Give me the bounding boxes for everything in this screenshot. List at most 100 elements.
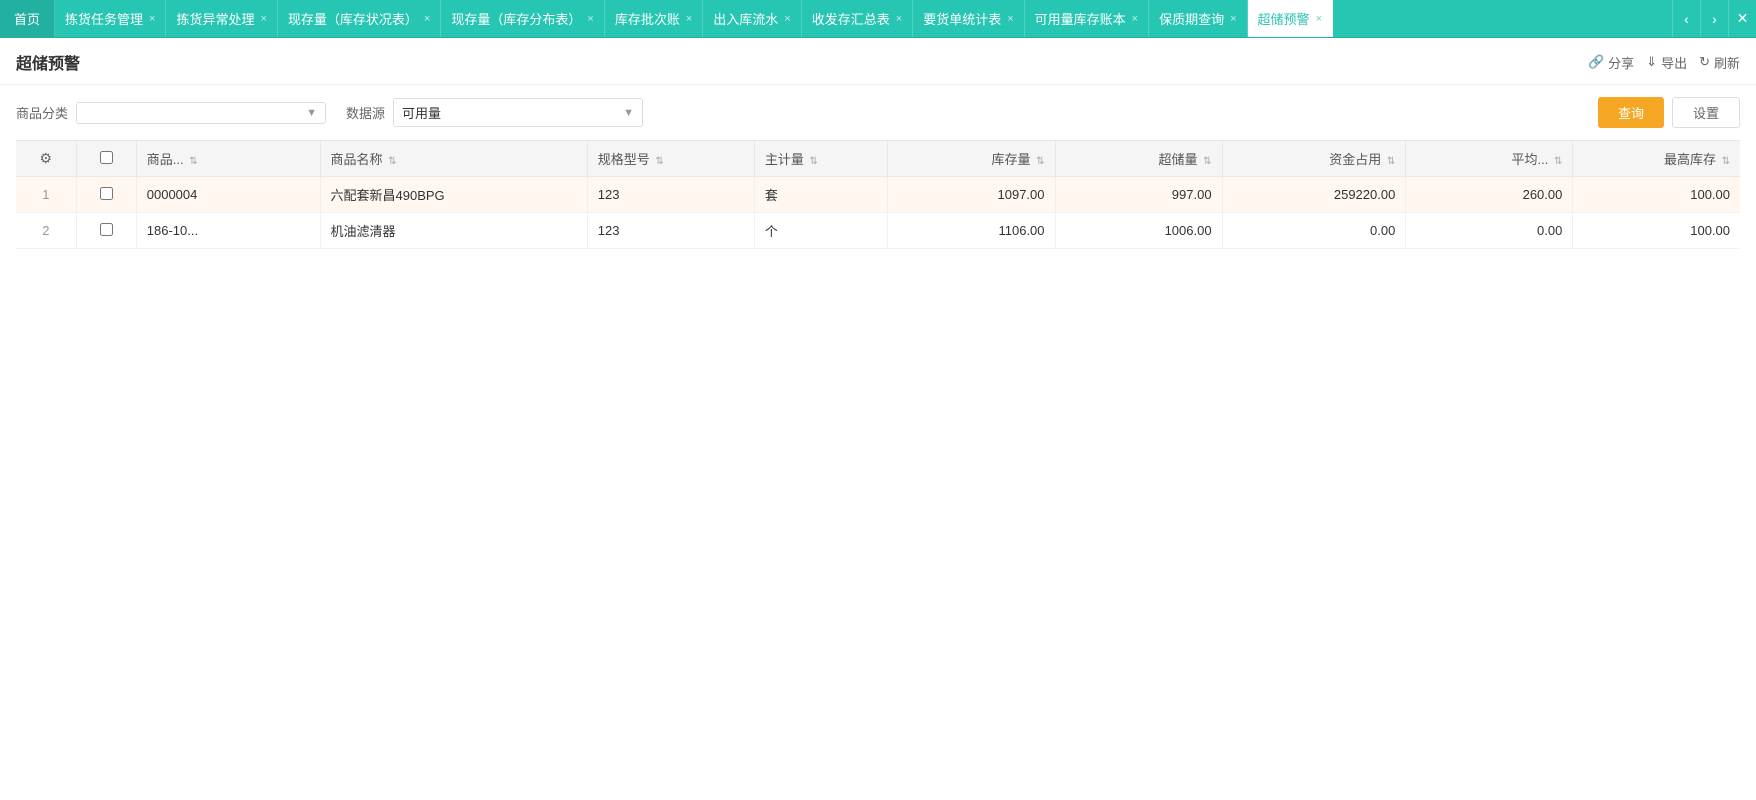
row-checkbox[interactable]: [100, 223, 113, 236]
row-spec: 123: [587, 177, 754, 213]
row-checkbox-cell[interactable]: [76, 177, 136, 213]
col-header-max[interactable]: 最高库存 ⇅: [1573, 141, 1740, 177]
col-header-spec[interactable]: 规格型号 ⇅: [587, 141, 754, 177]
filter-row: 商品分类 ▼ 数据源 可用量 ▼ 查询 设置: [0, 85, 1756, 140]
nav-arrow-close[interactable]: ✕: [1728, 0, 1756, 37]
tab-close-icon[interactable]: ×: [587, 13, 593, 25]
col-header-capital[interactable]: 资金占用 ⇅: [1222, 141, 1406, 177]
sort-icon-capital: ⇅: [1387, 156, 1395, 167]
row-name: 六配套新昌490BPG: [320, 177, 587, 213]
nav-arrow-left[interactable]: ‹: [1672, 0, 1700, 37]
row-avg: 260.00: [1406, 177, 1573, 213]
row-over: 1006.00: [1055, 213, 1222, 249]
nav-tab[interactable]: 收发存汇总表×: [802, 0, 913, 37]
datasource-select[interactable]: 可用量 ▼: [393, 98, 643, 127]
filter-buttons: 查询 设置: [1598, 97, 1740, 128]
nav-tab[interactable]: 拣货任务管理×: [55, 0, 166, 37]
page-title: 超储预警: [16, 50, 80, 74]
tab-close-icon[interactable]: ×: [149, 13, 155, 25]
tab-close-icon[interactable]: ×: [896, 13, 902, 25]
category-select[interactable]: ▼: [76, 102, 326, 124]
select-all-checkbox[interactable]: [100, 151, 113, 164]
nav-home[interactable]: 首页: [0, 0, 55, 37]
filter-datasource-label: 数据源: [346, 103, 385, 122]
col-header-code[interactable]: 商品... ⇅: [136, 141, 320, 177]
nav-tab[interactable]: 保质期查询×: [1149, 0, 1247, 37]
tab-close-icon[interactable]: ×: [784, 13, 790, 25]
tab-close-icon[interactable]: ×: [424, 13, 430, 25]
nav-tab[interactable]: 库存批次账×: [605, 0, 703, 37]
nav-tab[interactable]: 现存量（库存分布表）×: [441, 0, 604, 37]
row-stock: 1097.00: [888, 177, 1055, 213]
col-header-over[interactable]: 超储量 ⇅: [1055, 141, 1222, 177]
tab-close-icon[interactable]: ×: [260, 13, 266, 25]
sort-icon-unit: ⇅: [809, 156, 817, 167]
tab-close-icon[interactable]: ×: [1132, 13, 1138, 25]
nav-arrow-right[interactable]: ›: [1700, 0, 1728, 37]
table-row: 2 186-10... 机油滤清器 123 个 1106.00 1006.00 …: [16, 213, 1740, 249]
row-max: 100.00: [1573, 213, 1740, 249]
page-header: 超储预警 🔗 分享 ⇓ 导出 ↻ 刷新: [0, 38, 1756, 85]
gear-icon[interactable]: ⚙: [40, 150, 53, 166]
nav-tab[interactable]: 出入库流水×: [703, 0, 801, 37]
row-capital: 259220.00: [1222, 177, 1406, 213]
col-header-stock[interactable]: 库存量 ⇅: [888, 141, 1055, 177]
refresh-button[interactable]: ↻ 刷新: [1699, 53, 1740, 72]
row-avg: 0.00: [1406, 213, 1573, 249]
col-header-avg[interactable]: 平均... ⇅: [1406, 141, 1573, 177]
chevron-down-icon: ▼: [306, 107, 317, 119]
sort-icon-max: ⇅: [1722, 156, 1730, 167]
table-header-row: ⚙ 商品... ⇅ 商品名称 ⇅ 规格型号 ⇅: [16, 141, 1740, 177]
row-over: 997.00: [1055, 177, 1222, 213]
row-stock: 1106.00: [888, 213, 1055, 249]
nav-tab[interactable]: 可用量库存账本×: [1025, 0, 1149, 37]
nav-tab[interactable]: 要货单统计表×: [913, 0, 1024, 37]
table-body: 1 0000004 六配套新昌490BPG 123 套 1097.00 997.…: [16, 177, 1740, 249]
tab-close-icon[interactable]: ×: [686, 13, 692, 25]
tab-close-icon[interactable]: ×: [1230, 13, 1236, 25]
share-icon: 🔗: [1588, 54, 1604, 70]
chevron-down-icon2: ▼: [623, 107, 634, 119]
nav-arrows: ‹ › ✕: [1672, 0, 1756, 37]
nav-tab[interactable]: 现存量（库存状况表）×: [278, 0, 441, 37]
sort-icon-name: ⇅: [388, 156, 396, 167]
row-checkbox-cell[interactable]: [76, 213, 136, 249]
export-button[interactable]: ⇓ 导出: [1646, 53, 1687, 72]
nav-tab[interactable]: 超储预警×: [1248, 0, 1333, 37]
query-button[interactable]: 查询: [1598, 97, 1664, 128]
tab-close-icon[interactable]: ×: [1007, 13, 1013, 25]
sort-icon-spec: ⇅: [655, 156, 663, 167]
table-row: 1 0000004 六配套新昌490BPG 123 套 1097.00 997.…: [16, 177, 1740, 213]
table-container: ⚙ 商品... ⇅ 商品名称 ⇅ 规格型号 ⇅: [0, 140, 1756, 249]
filter-category-label: 商品分类: [16, 103, 68, 122]
top-nav: 首页 拣货任务管理×拣货异常处理×现存量（库存状况表）×现存量（库存分布表）×库…: [0, 0, 1756, 38]
row-unit: 套: [754, 177, 888, 213]
refresh-icon: ↻: [1699, 54, 1710, 70]
row-code: 186-10...: [136, 213, 320, 249]
col-header-name[interactable]: 商品名称 ⇅: [320, 141, 587, 177]
settings-button[interactable]: 设置: [1672, 97, 1740, 128]
tab-close-icon[interactable]: ×: [1316, 13, 1322, 25]
row-capital: 0.00: [1222, 213, 1406, 249]
col-header-unit[interactable]: 主计量 ⇅: [754, 141, 888, 177]
filter-datasource-group: 数据源 可用量 ▼: [346, 98, 643, 127]
share-button[interactable]: 🔗 分享: [1588, 53, 1634, 72]
row-unit: 个: [754, 213, 888, 249]
sort-icon-stock: ⇅: [1036, 156, 1044, 167]
datasource-select-value: 可用量: [402, 103, 441, 122]
col-header-settings[interactable]: ⚙: [16, 141, 76, 177]
row-max: 100.00: [1573, 177, 1740, 213]
row-number: 2: [16, 213, 76, 249]
header-actions: 🔗 分享 ⇓ 导出 ↻ 刷新: [1588, 53, 1740, 72]
page-content: 超储预警 🔗 分享 ⇓ 导出 ↻ 刷新 商品分类 ▼ 数据源: [0, 38, 1756, 800]
filter-category-group: 商品分类 ▼: [16, 102, 326, 124]
sort-icon-code: ⇅: [189, 156, 197, 167]
sort-icon-avg: ⇅: [1554, 156, 1562, 167]
export-icon: ⇓: [1646, 54, 1657, 70]
nav-tabs: 拣货任务管理×拣货异常处理×现存量（库存状况表）×现存量（库存分布表）×库存批次…: [55, 0, 1672, 37]
col-header-check: [76, 141, 136, 177]
nav-tab[interactable]: 拣货异常处理×: [166, 0, 277, 37]
sort-icon-over: ⇅: [1203, 156, 1211, 167]
row-code: 0000004: [136, 177, 320, 213]
row-checkbox[interactable]: [100, 187, 113, 200]
